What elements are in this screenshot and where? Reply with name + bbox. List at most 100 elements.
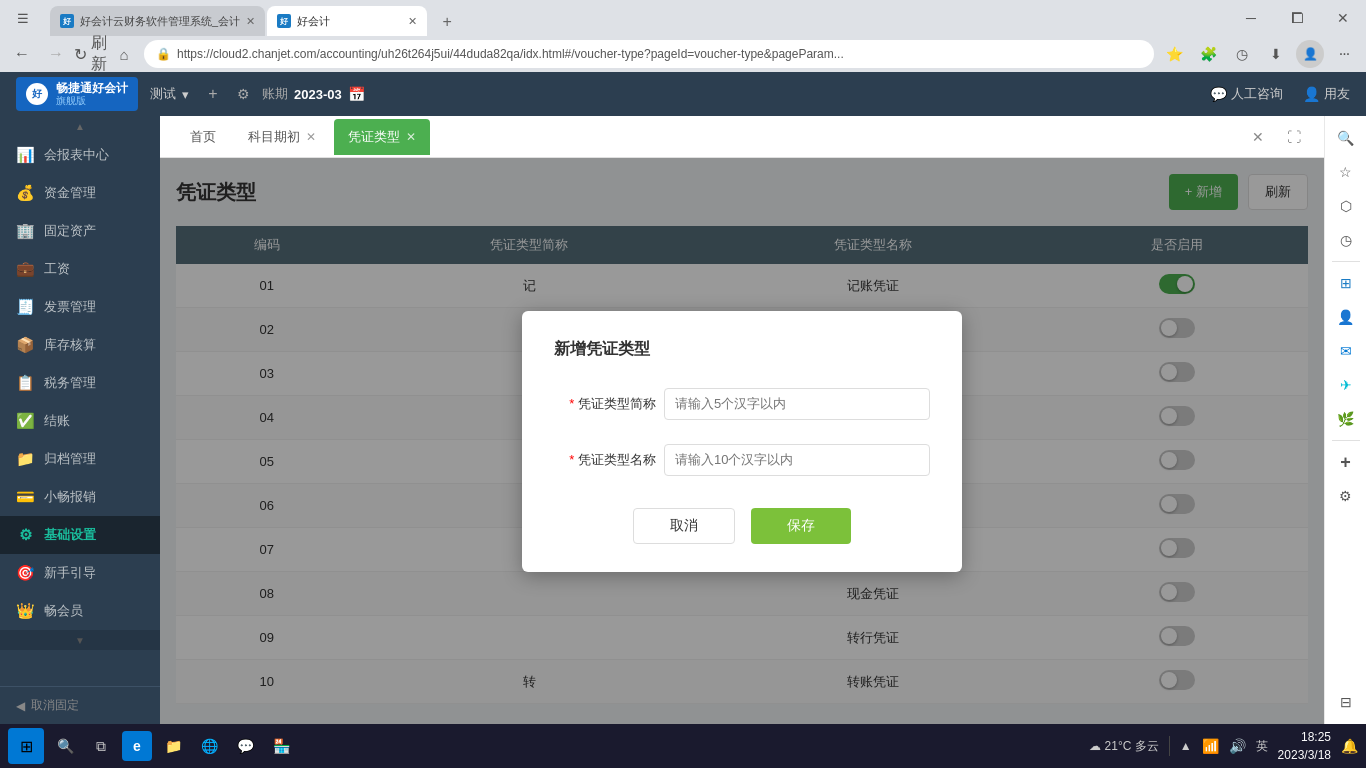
sidebar-item-member[interactable]: 👑 畅会员 — [0, 592, 160, 630]
tab-voucher-close[interactable]: ✕ — [406, 130, 416, 144]
chrome-taskbar-btn[interactable]: 🌐 — [194, 731, 224, 761]
window-menu-icon[interactable]: ☰ — [17, 11, 29, 26]
right-btn-app2[interactable]: 🌿 — [1330, 403, 1362, 435]
settings-nav-icon: ⚙ — [16, 526, 34, 544]
browser-action-history[interactable]: ◷ — [1228, 40, 1256, 68]
sidebar-item-fixed[interactable]: 🏢 固定资产 — [0, 212, 160, 250]
tab-bar: ☰ 好 好会计云财务软件管理系统_会计 ✕ 好 好会计 ✕ + ─ ⧠ ✕ — [0, 0, 1366, 36]
edge-taskbar-btn[interactable]: e — [122, 731, 152, 761]
address-bar: ← → ↻刷新 ⌂ 🔒 https://cloud2.chanjet.com/a… — [0, 36, 1366, 72]
weather-text: 21°C 多云 — [1105, 738, 1159, 755]
right-btn-history[interactable]: ◷ — [1330, 224, 1362, 256]
notification-btn[interactable]: 🔔 — [1341, 738, 1358, 754]
browser-action-favorites[interactable]: ⭐ — [1160, 40, 1188, 68]
sidebar-label-settle: 结账 — [44, 412, 70, 430]
sidebar-label-invoice: 发票管理 — [44, 298, 96, 316]
task-view-btn[interactable]: ⧉ — [86, 731, 116, 761]
right-btn-user[interactable]: 👤 — [1330, 301, 1362, 333]
sidebar-item-settings[interactable]: ⚙ 基础设置 — [0, 516, 160, 554]
right-btn-star[interactable]: ☆ — [1330, 156, 1362, 188]
user-label: 用友 — [1324, 85, 1350, 103]
minimize-btn[interactable]: ─ — [1228, 0, 1274, 36]
sidebar-item-archive[interactable]: 📁 归档管理 — [0, 440, 160, 478]
sidebar-item-tax[interactable]: 📋 税务管理 — [0, 364, 160, 402]
weather-widget[interactable]: ☁ 21°C 多云 — [1089, 738, 1159, 755]
browser-action-download[interactable]: ⬇ — [1262, 40, 1290, 68]
right-btn-grid[interactable]: ⊟ — [1330, 686, 1362, 718]
browser-action-more[interactable]: ··· — [1330, 40, 1358, 68]
app-store-btn[interactable]: 🏪 — [266, 731, 296, 761]
refresh-btn[interactable]: ↻刷新 — [76, 40, 104, 68]
sidebar-label-tax: 税务管理 — [44, 374, 96, 392]
new-tab-btn[interactable]: + — [433, 8, 461, 36]
url-bar[interactable]: 🔒 https://cloud2.chanjet.com/accounting/… — [144, 40, 1154, 68]
right-btn-add[interactable]: + — [1330, 446, 1362, 478]
right-btn-bookmark[interactable]: ⊞ — [1330, 267, 1362, 299]
tab-favicon-2: 好 — [277, 14, 291, 28]
file-explorer-btn[interactable]: 📁 — [158, 731, 188, 761]
sidebar-item-reports[interactable]: 📊 会报表中心 — [0, 136, 160, 174]
forward-btn[interactable]: → — [42, 40, 70, 68]
url-text: https://cloud2.chanjet.com/accounting/uh… — [177, 47, 1142, 61]
tab-bar-actions: ✕ ⛶ — [1244, 123, 1308, 151]
datetime-display[interactable]: 18:25 2023/3/18 — [1278, 728, 1331, 764]
sidebar-item-salary[interactable]: 💼 工资 — [0, 250, 160, 288]
back-btn[interactable]: ← — [8, 40, 36, 68]
tab-bar-expand-btn[interactable]: ⛶ — [1280, 123, 1308, 151]
sidebar-label-inventory: 库存核算 — [44, 336, 96, 354]
tab-home[interactable]: 首页 — [176, 119, 230, 155]
tab-bar-close-btn[interactable]: ✕ — [1244, 123, 1272, 151]
full-name-input[interactable] — [664, 444, 930, 476]
tab-subject[interactable]: 科目期初 ✕ — [234, 119, 330, 155]
volume-icon[interactable]: 🔊 — [1229, 738, 1246, 754]
weather-icon: ☁ — [1089, 739, 1101, 753]
right-btn-extensions[interactable]: ⬡ — [1330, 190, 1362, 222]
browser-action-account[interactable]: 👤 — [1296, 40, 1324, 68]
sidebar-item-invoice[interactable]: 🧾 发票管理 — [0, 288, 160, 326]
tab-close-2[interactable]: ✕ — [408, 15, 417, 28]
tab-subject-close[interactable]: ✕ — [306, 130, 316, 144]
sidebar-item-guide[interactable]: 🎯 新手引导 — [0, 554, 160, 592]
network-icon[interactable]: 📶 — [1202, 738, 1219, 754]
sidebar-item-expense[interactable]: 💳 小畅报销 — [0, 478, 160, 516]
search-taskbar-btn[interactable]: 🔍 — [50, 731, 80, 761]
short-name-input[interactable] — [664, 388, 930, 420]
home-btn[interactable]: ⌂ — [110, 40, 138, 68]
right-btn-search[interactable]: 🔍 — [1330, 122, 1362, 154]
cancel-btn[interactable]: 取消 — [633, 508, 735, 544]
add-company-btn[interactable]: + — [201, 82, 225, 106]
tab-inactive[interactable]: 好 好会计云财务软件管理系统_会计 ✕ — [50, 6, 265, 36]
unpin-btn[interactable]: ◀ 取消固定 — [0, 686, 160, 724]
settings-btn[interactable]: ⚙ — [237, 86, 250, 102]
tab-voucher-type[interactable]: 凭证类型 ✕ — [334, 119, 430, 155]
app-header: 好 畅捷通好会计 旗舰版 测试 ▾ + ⚙ 账期 2023-03 📅 💬 人工咨… — [0, 72, 1366, 116]
tab-close-1[interactable]: ✕ — [246, 15, 255, 28]
modal-overlay: 新增凭证类型 * 凭证类型简称 * 凭证类型名称 — [160, 158, 1324, 724]
consult-label: 人工咨询 — [1231, 85, 1283, 103]
sidebar-item-funds[interactable]: 💰 资金管理 — [0, 174, 160, 212]
right-btn-outlook[interactable]: ✉ — [1330, 335, 1362, 367]
start-btn[interactable]: ⊞ — [8, 728, 44, 764]
company-selector[interactable]: 测试 ▾ — [150, 85, 189, 103]
system-tray[interactable]: ▲ — [1180, 739, 1192, 753]
tab-active[interactable]: 好 好会计 ✕ — [267, 6, 427, 36]
fixed-icon: 🏢 — [16, 222, 34, 240]
period-display: 账期 2023-03 📅 — [262, 85, 365, 103]
save-btn[interactable]: 保存 — [751, 508, 851, 544]
modal-title: 新增凭证类型 — [554, 339, 930, 360]
right-btn-app1[interactable]: ✈ — [1330, 369, 1362, 401]
unpin-icon: ◀ — [16, 699, 25, 713]
taskbar: ⊞ 🔍 ⧉ e 📁 🌐 💬 🏪 ☁ 21°C 多云 ▲ 📶 🔊 英 18:25 … — [0, 724, 1366, 768]
sidebar: ▲ 📊 会报表中心 💰 资金管理 🏢 固定资产 💼 工资 🧾 发票管理 📦 库存… — [0, 116, 160, 724]
right-btn-settings[interactable]: ⚙ — [1330, 480, 1362, 512]
user-btn[interactable]: 👤 用友 — [1303, 85, 1350, 103]
restore-btn[interactable]: ⧠ — [1274, 0, 1320, 36]
sidebar-item-inventory[interactable]: 📦 库存核算 — [0, 326, 160, 364]
sidebar-item-settle[interactable]: ✅ 结账 — [0, 402, 160, 440]
language-btn[interactable]: 英 — [1256, 738, 1268, 755]
close-window-btn[interactable]: ✕ — [1320, 0, 1366, 36]
wechat-btn[interactable]: 💬 — [230, 731, 260, 761]
browser-action-extensions[interactable]: 🧩 — [1194, 40, 1222, 68]
calendar-icon[interactable]: 📅 — [348, 86, 365, 102]
consult-btn[interactable]: 💬 人工咨询 — [1210, 85, 1283, 103]
